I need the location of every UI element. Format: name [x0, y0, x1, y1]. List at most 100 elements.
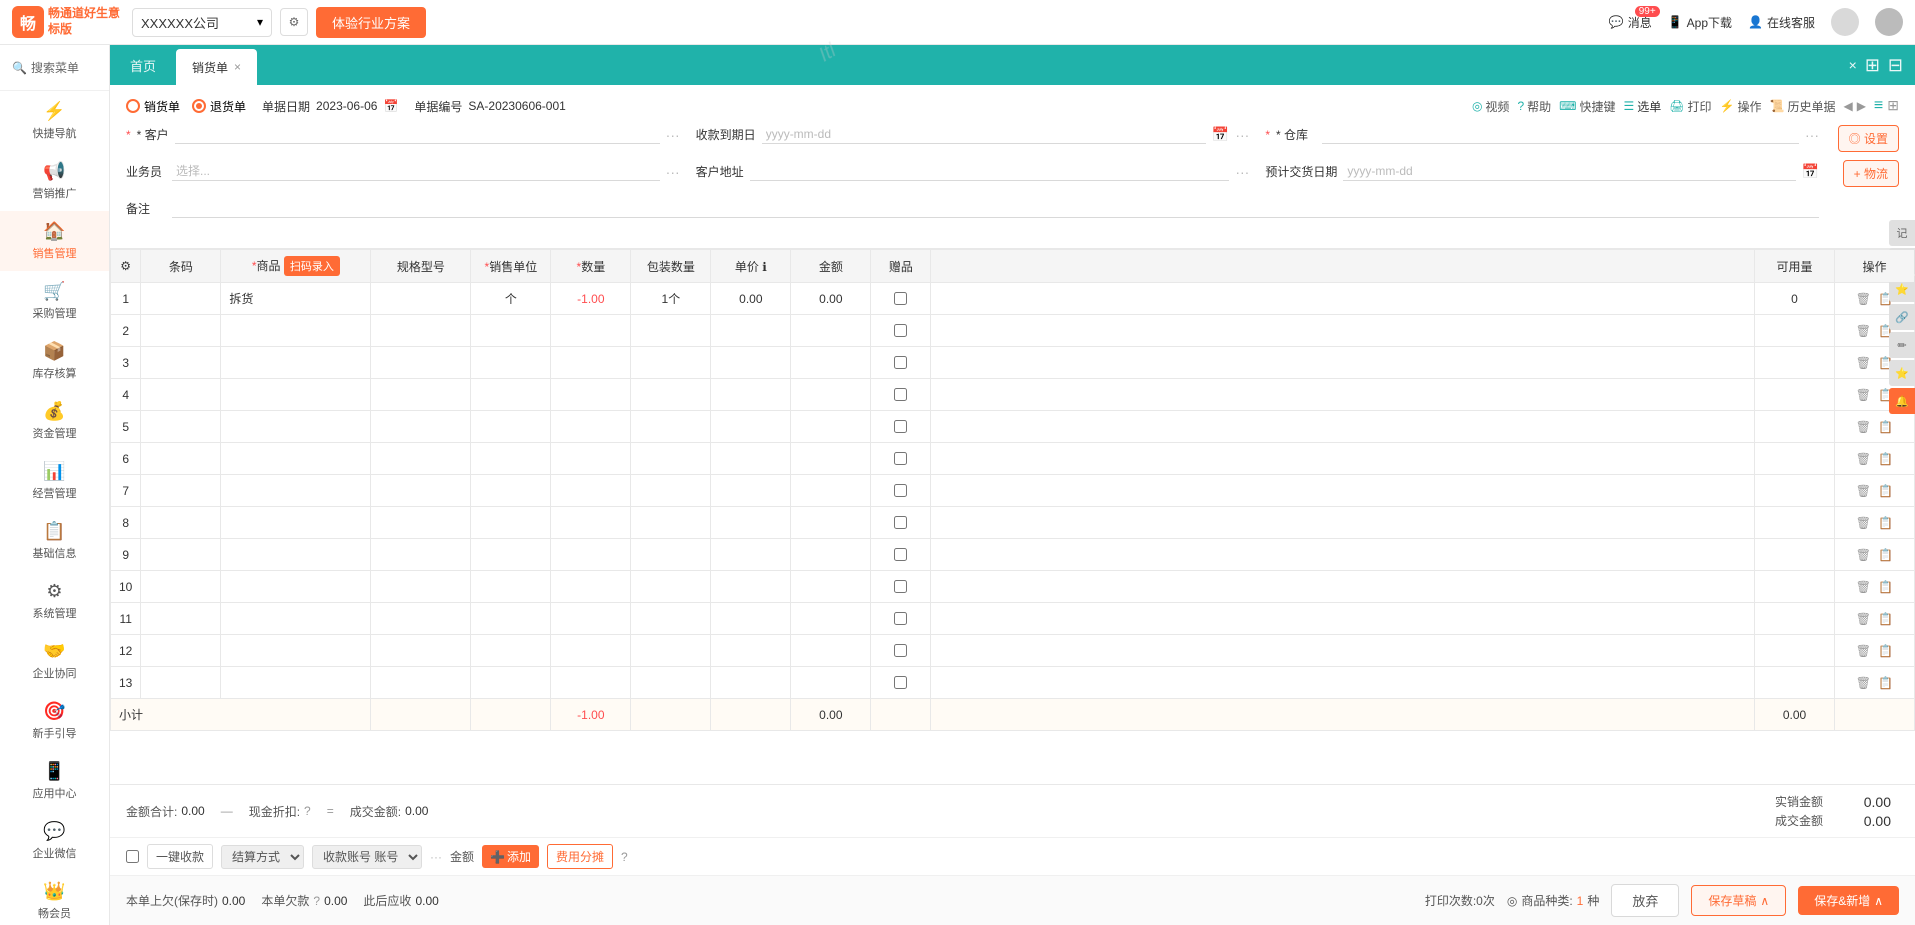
shortcut-btn[interactable]: ⌨ 快捷键: [1559, 98, 1615, 115]
cell-product[interactable]: [221, 603, 371, 635]
cell-amount[interactable]: [791, 603, 871, 635]
cell-unit[interactable]: [471, 475, 551, 507]
delete-icon[interactable]: 🗑: [1856, 420, 1871, 434]
cell-gift[interactable]: [871, 411, 931, 443]
cell-pkg-qty[interactable]: [631, 635, 711, 667]
sidebar-search-btn[interactable]: 🔍 搜索菜单: [0, 53, 109, 82]
operation-btn[interactable]: ⚡ 操作: [1720, 98, 1762, 115]
cell-amount[interactable]: [791, 379, 871, 411]
cell-spec[interactable]: [371, 443, 471, 475]
cell-product[interactable]: [221, 539, 371, 571]
grid-icon[interactable]: ⊞: [1887, 97, 1899, 115]
expand-icon[interactable]: ×: [1849, 57, 1857, 73]
cell-unit[interactable]: [471, 603, 551, 635]
delete-icon[interactable]: 🗑: [1856, 548, 1871, 562]
cell-spec[interactable]: [371, 283, 471, 315]
settlement-select[interactable]: 结算方式: [221, 845, 304, 869]
float-alert-btn[interactable]: 🔔: [1889, 388, 1915, 414]
avatar2[interactable]: [1875, 8, 1903, 36]
cell-price[interactable]: 0.00: [711, 283, 791, 315]
cell-gift[interactable]: [871, 379, 931, 411]
cell-barcode[interactable]: [141, 283, 221, 315]
cell-gift[interactable]: [871, 283, 931, 315]
sidebar-item-enterprise[interactable]: 🤝 企业协同: [0, 631, 109, 691]
cell-spec[interactable]: [371, 347, 471, 379]
cell-barcode[interactable]: [141, 603, 221, 635]
cell-spec[interactable]: [371, 571, 471, 603]
help-btn[interactable]: ? 帮助: [1517, 98, 1551, 115]
delete-icon[interactable]: 🗑: [1856, 324, 1871, 338]
cell-product[interactable]: [221, 635, 371, 667]
settings-action-btn[interactable]: ◎ 设置: [1838, 125, 1899, 152]
cell-unit[interactable]: [471, 379, 551, 411]
cell-product[interactable]: [221, 475, 371, 507]
sidebar-item-marketing[interactable]: 📢 营销推广: [0, 151, 109, 211]
cell-pkg-qty[interactable]: [631, 379, 711, 411]
notes-input[interactable]: [172, 199, 1819, 218]
delete-icon[interactable]: 🗑: [1856, 356, 1871, 370]
cell-unit[interactable]: [471, 411, 551, 443]
cell-amount[interactable]: [791, 507, 871, 539]
delete-icon[interactable]: 🗑: [1856, 676, 1871, 690]
cell-spec[interactable]: [371, 603, 471, 635]
list-icon[interactable]: ≡: [1874, 97, 1883, 115]
delete-icon[interactable]: 🗑: [1856, 484, 1871, 498]
cell-spec[interactable]: [371, 379, 471, 411]
radio-return-order[interactable]: 退货单: [192, 98, 246, 115]
copy-icon[interactable]: 📋: [1878, 676, 1893, 690]
cell-product[interactable]: [221, 315, 371, 347]
cell-unit[interactable]: [471, 347, 551, 379]
select-btn[interactable]: ☰ 选单: [1623, 98, 1661, 115]
cell-amount[interactable]: [791, 443, 871, 475]
cell-qty[interactable]: [551, 635, 631, 667]
copy-icon[interactable]: 📋: [1878, 452, 1893, 466]
avatar[interactable]: [1831, 8, 1859, 36]
save-draft-btn[interactable]: 保存草稿 ∧: [1691, 885, 1786, 916]
addr-dots-btn[interactable]: ···: [1235, 164, 1249, 180]
cell-price[interactable]: [711, 603, 791, 635]
float-edit-btn[interactable]: ✏: [1889, 332, 1915, 358]
cell-price[interactable]: [711, 379, 791, 411]
flow-action-btn[interactable]: + 物流: [1843, 160, 1899, 187]
prev-icon[interactable]: ◀: [1843, 99, 1852, 113]
sidebar-item-wechat[interactable]: 💬 企业微信: [0, 811, 109, 871]
online-service-btn[interactable]: 👤 在线客服: [1748, 14, 1815, 31]
settings-btn[interactable]: ⚙: [280, 8, 308, 36]
expected-date-cal-icon[interactable]: 📅: [1802, 163, 1819, 180]
scan-btn[interactable]: 扫码录入: [284, 256, 340, 276]
delete-icon[interactable]: 🗑: [1856, 452, 1871, 466]
cell-gift[interactable]: [871, 347, 931, 379]
cell-unit[interactable]: [471, 315, 551, 347]
cell-pkg-qty[interactable]: [631, 315, 711, 347]
cell-price[interactable]: [711, 411, 791, 443]
cell-gift[interactable]: [871, 539, 931, 571]
video-btn[interactable]: ◎ 视频: [1472, 98, 1510, 115]
history-btn[interactable]: 📜 历史单据: [1769, 98, 1835, 115]
print-btn[interactable]: 🖨 打印: [1669, 98, 1711, 115]
cell-unit[interactable]: [471, 539, 551, 571]
cell-price[interactable]: [711, 443, 791, 475]
sidebar-item-inventory[interactable]: 📦 库存核算: [0, 331, 109, 391]
payment-date-cal-icon[interactable]: 📅: [1212, 126, 1229, 143]
account-select[interactable]: 收款账号 账号: [312, 845, 422, 869]
cell-qty[interactable]: [551, 347, 631, 379]
cell-barcode[interactable]: [141, 571, 221, 603]
copy-icon[interactable]: 📋: [1878, 420, 1893, 434]
cell-unit[interactable]: [471, 667, 551, 699]
cell-amount[interactable]: [791, 635, 871, 667]
radio-sales-order[interactable]: 销货单: [126, 98, 180, 115]
sidebar-item-member[interactable]: 👑 畅会员: [0, 871, 109, 925]
cell-product[interactable]: [221, 667, 371, 699]
cell-qty[interactable]: -1.00: [551, 283, 631, 315]
cell-pkg-qty[interactable]: [631, 411, 711, 443]
cell-spec[interactable]: [371, 475, 471, 507]
copy-icon[interactable]: 📋: [1878, 580, 1893, 594]
cell-spec[interactable]: [371, 635, 471, 667]
cell-gift[interactable]: [871, 571, 931, 603]
sidebar-item-sales[interactable]: 🏠 销售管理: [0, 211, 109, 271]
cell-product[interactable]: 拆货: [221, 283, 371, 315]
tab-sales-order[interactable]: 销货单 ×: [176, 49, 257, 85]
salesman-dots-btn[interactable]: ···: [666, 164, 680, 180]
cell-product[interactable]: [221, 347, 371, 379]
cell-barcode[interactable]: [141, 347, 221, 379]
